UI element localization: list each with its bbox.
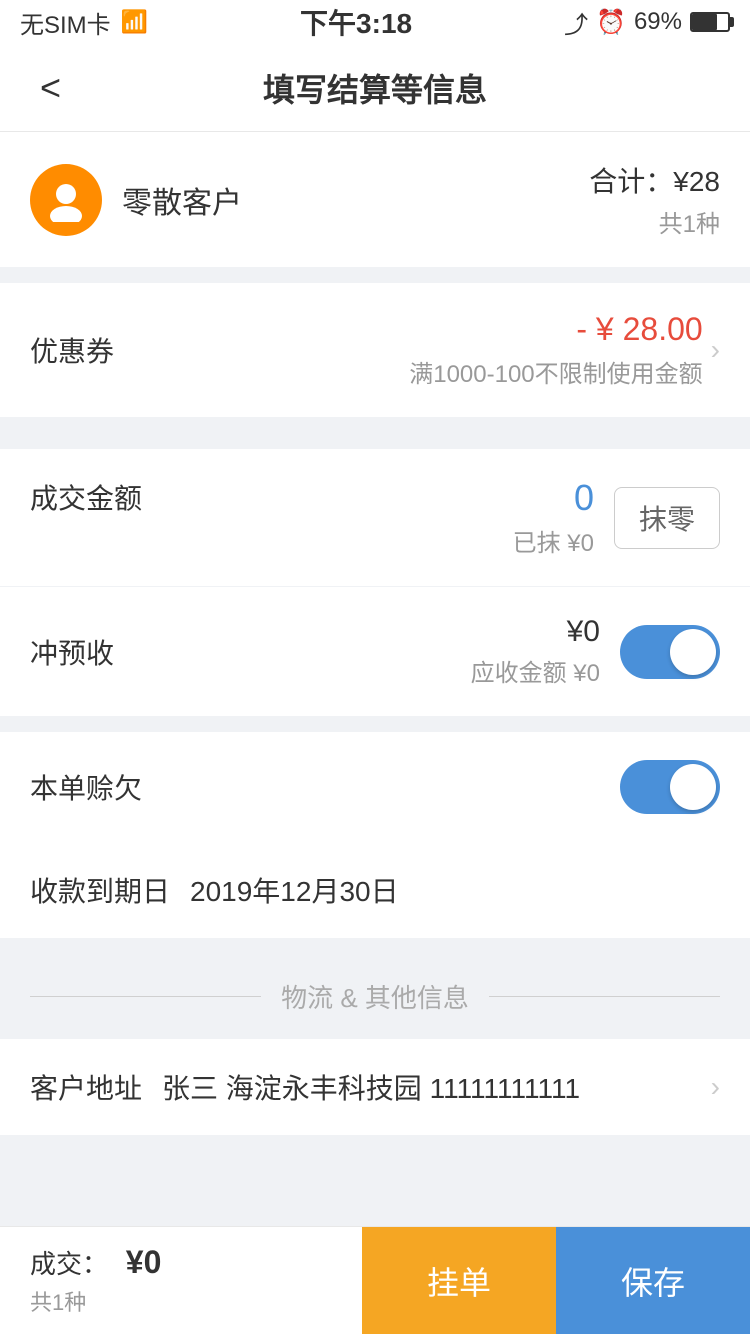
prepay-subtext: 应收金额 ¥0 [471, 653, 600, 688]
customer-row: 零散客户 合计：¥28 共1种 [0, 132, 750, 267]
section-divider-3 [0, 938, 750, 954]
logistics-label: 物流 & 其他信息 [281, 978, 469, 1015]
transaction-right: 0 已抹 ¥0 抹零 [513, 477, 720, 558]
coupon-chevron: › [711, 334, 720, 366]
due-date-row: 收款到期日 2019年12月30日 [0, 842, 750, 938]
due-date-label: 收款到期日 [30, 870, 170, 910]
round-button[interactable]: 抹零 [614, 487, 720, 549]
avatar [30, 164, 102, 236]
customer-right: 合计：¥28 共1种 [589, 160, 720, 239]
due-date-value: 2019年12月30日 [190, 870, 399, 910]
carrier-text: 无SIM卡 [20, 5, 111, 40]
alarm-icon: ⏰ [596, 8, 626, 37]
coupon-label: 优惠券 [30, 330, 114, 370]
bottom-deal-amount: ¥0 [126, 1244, 162, 1280]
logistics-header: 物流 & 其他信息 [0, 954, 750, 1039]
coupon-subtext: 满1000-100不限制使用金额 [409, 354, 702, 389]
customer-card: 零散客户 合计：¥28 共1种 [0, 132, 750, 267]
page-title: 填写结算等信息 [263, 65, 487, 111]
nav-bar: < 填写结算等信息 [0, 44, 750, 132]
transaction-subtext: 已抹 ¥0 [513, 523, 594, 558]
wifi-icon: 📶 [121, 9, 148, 35]
coupon-right: - ¥ 28.00 满1000-100不限制使用金额 › [409, 311, 720, 389]
transaction-row: 成交金额 0 已抹 ¥0 抹零 [0, 449, 750, 587]
coupon-row[interactable]: 优惠券 - ¥ 28.00 满1000-100不限制使用金额 › [0, 283, 750, 417]
prepay-row: 冲预收 ¥0 应收金额 ¥0 [0, 587, 750, 716]
battery-percent: 69% [634, 8, 682, 36]
address-chevron: › [711, 1071, 720, 1103]
status-left: 无SIM卡 📶 [20, 5, 148, 40]
address-row[interactable]: 客户地址 张三 海淀永丰科技园 11111111111 › [0, 1039, 750, 1135]
coupon-value: - ¥ 28.00 [576, 311, 702, 348]
bottom-summary: 成交： ¥0 共1种 [0, 1244, 362, 1317]
coupon-values: - ¥ 28.00 满1000-100不限制使用金额 [409, 311, 702, 389]
prepay-values: ¥0 应收金额 ¥0 [471, 615, 600, 688]
status-bar: 无SIM卡 📶 下午3:18 ⤴ ⏰ 69% [0, 0, 750, 44]
coupon-section: 优惠券 - ¥ 28.00 满1000-100不限制使用金额 › [0, 283, 750, 417]
bottom-count: 共1种 [30, 1285, 332, 1317]
divider-line-left [30, 996, 261, 997]
status-right: ⤴ ⏰ 69% [564, 5, 730, 40]
hold-button[interactable]: 挂单 [362, 1227, 556, 1334]
status-time: 下午3:18 [300, 2, 412, 42]
prepay-label: 冲预收 [30, 632, 114, 672]
prepay-toggle[interactable] [620, 625, 720, 679]
bottom-bar: 成交： ¥0 共1种 挂单 保存 [0, 1226, 750, 1334]
bottom-deal-label: 成交： [30, 1249, 108, 1279]
transaction-values: 0 已抹 ¥0 [513, 477, 594, 558]
prepay-amount: ¥0 [471, 615, 600, 649]
address-value: 张三 海淀永丰科技园 11111111111 [142, 1067, 703, 1107]
location-icon: ⤴ [564, 5, 588, 40]
address-label: 客户地址 [30, 1067, 142, 1107]
customer-name: 零散客户 [122, 178, 242, 222]
divider-line-right [489, 996, 720, 997]
debt-toggle-knob [670, 764, 716, 810]
save-button[interactable]: 保存 [556, 1227, 750, 1334]
transaction-value: 0 [513, 477, 594, 519]
back-button[interactable]: < [30, 57, 71, 119]
debt-toggle[interactable] [620, 760, 720, 814]
battery-icon [690, 12, 730, 32]
total-count: 共1种 [589, 204, 720, 239]
customer-left: 零散客户 [30, 164, 242, 236]
bottom-deal-row: 成交： ¥0 [30, 1244, 332, 1281]
prepay-right: ¥0 应收金额 ¥0 [471, 615, 720, 688]
debt-row: 本单赊欠 [0, 732, 750, 842]
total-amount: 合计：¥28 [589, 160, 720, 200]
main-content: 零散客户 合计：¥28 共1种 优惠券 - ¥ 28.00 满1000-100不… [0, 132, 750, 1255]
debt-label: 本单赊欠 [30, 767, 142, 807]
toggle-knob [670, 629, 716, 675]
section-divider-2 [0, 716, 750, 732]
section-divider-1 [0, 433, 750, 449]
transaction-label: 成交金额 [30, 477, 142, 517]
